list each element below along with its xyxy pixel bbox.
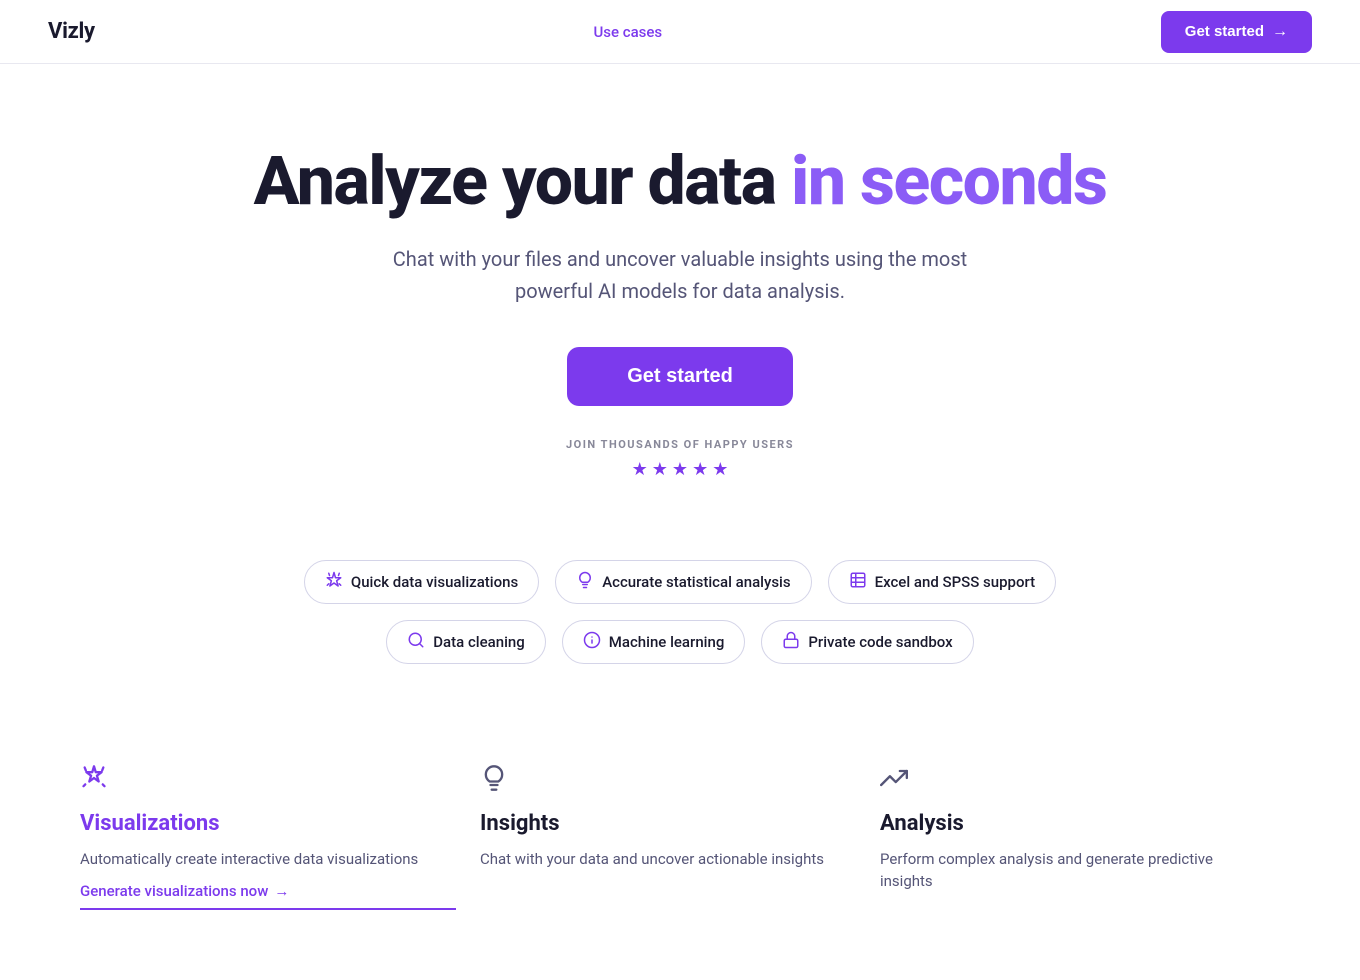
star-4: ★ bbox=[692, 459, 708, 480]
navbar: Vizly Use cases Get started → bbox=[0, 0, 1360, 64]
bulb-icon bbox=[576, 571, 594, 593]
pill-private-sandbox-label: Private code sandbox bbox=[808, 633, 952, 651]
feature-insights-title: Insights bbox=[480, 811, 856, 836]
pill-excel-spss: Excel and SPSS support bbox=[828, 560, 1057, 604]
nav-cta-arrow: → bbox=[1272, 23, 1288, 41]
feature-insights-icon bbox=[480, 764, 856, 799]
pill-private-sandbox: Private code sandbox bbox=[761, 620, 973, 664]
star-2: ★ bbox=[652, 459, 668, 480]
feature-analysis-description: Perform complex analysis and generate pr… bbox=[880, 848, 1256, 893]
pills-row-1: Quick data visualizations Accurate stati… bbox=[304, 560, 1056, 604]
star-1: ★ bbox=[632, 459, 648, 480]
feature-pills: Quick data visualizations Accurate stati… bbox=[0, 560, 1360, 664]
pill-machine-learning: Machine learning bbox=[562, 620, 746, 664]
pill-statistical-analysis-label: Accurate statistical analysis bbox=[602, 573, 790, 591]
social-proof-label: JOIN THOUSANDS OF HAPPY USERS bbox=[566, 438, 794, 451]
info-icon bbox=[583, 631, 601, 653]
pill-data-cleaning: Data cleaning bbox=[386, 620, 546, 664]
table-icon bbox=[849, 571, 867, 593]
stars-row: ★ ★ ★ ★ ★ bbox=[632, 459, 729, 480]
feature-visualizations-underline-container: Generate visualizations now → bbox=[80, 882, 456, 910]
pill-quick-visualizations: Quick data visualizations bbox=[304, 560, 539, 604]
feature-visualizations-link[interactable]: Generate visualizations now → bbox=[80, 882, 456, 900]
feature-visualizations-title: Visualizations bbox=[80, 811, 456, 836]
feature-visualizations-icon bbox=[80, 764, 456, 799]
feature-analysis-title: Analysis bbox=[880, 811, 1256, 836]
pill-quick-visualizations-label: Quick data visualizations bbox=[351, 573, 518, 591]
pill-machine-learning-label: Machine learning bbox=[609, 633, 725, 651]
hero-section: Analyze your data in seconds Chat with y… bbox=[0, 64, 1360, 520]
lock-icon bbox=[782, 631, 800, 653]
social-proof: JOIN THOUSANDS OF HAPPY USERS ★ ★ ★ ★ ★ bbox=[566, 438, 794, 480]
search-icon bbox=[407, 631, 425, 653]
feature-analysis: Analysis Perform complex analysis and ge… bbox=[880, 764, 1280, 941]
hero-subtitle: Chat with your files and uncover valuabl… bbox=[360, 243, 1000, 307]
feature-analysis-icon bbox=[880, 764, 1256, 799]
nav-link-use-cases[interactable]: Use cases bbox=[593, 23, 662, 41]
star-5: ★ bbox=[712, 459, 728, 480]
nav-get-started-button[interactable]: Get started → bbox=[1161, 11, 1312, 53]
hero-title-accent: in seconds bbox=[791, 141, 1106, 221]
feature-insights-description: Chat with your data and uncover actionab… bbox=[480, 848, 856, 871]
hero-title: Analyze your data in seconds bbox=[254, 144, 1107, 219]
feature-visualizations: Visualizations Automatically create inte… bbox=[80, 764, 480, 941]
nav-links: Use cases bbox=[593, 23, 662, 41]
features-section: Visualizations Automatically create inte… bbox=[0, 704, 1360, 980]
hero-get-started-button[interactable]: Get started bbox=[567, 347, 793, 406]
pill-excel-spss-label: Excel and SPSS support bbox=[875, 573, 1036, 591]
feature-visualizations-description: Automatically create interactive data vi… bbox=[80, 848, 456, 871]
star-3: ★ bbox=[672, 459, 688, 480]
sparkle-icon bbox=[325, 571, 343, 593]
feature-insights: Insights Chat with your data and uncover… bbox=[480, 764, 880, 941]
pill-data-cleaning-label: Data cleaning bbox=[433, 633, 525, 651]
pills-row-2: Data cleaning Machine learning Private c… bbox=[386, 620, 973, 664]
logo: Vizly bbox=[48, 19, 95, 44]
pill-statistical-analysis: Accurate statistical analysis bbox=[555, 560, 811, 604]
